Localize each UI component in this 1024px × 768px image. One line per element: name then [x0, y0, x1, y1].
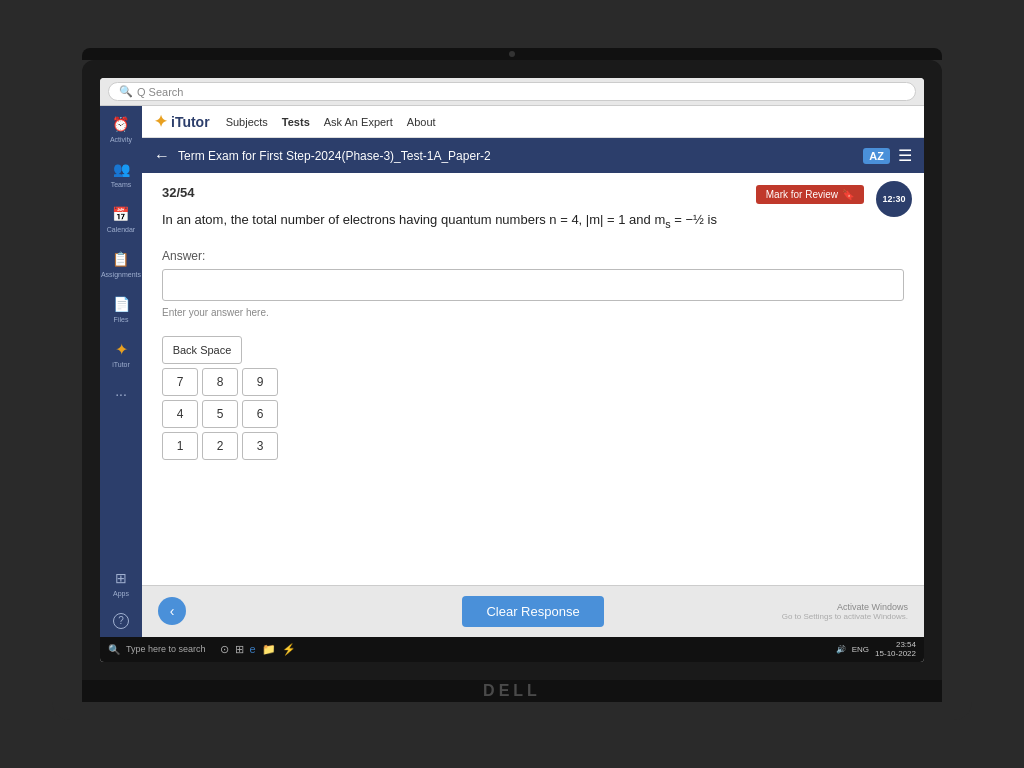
numpad: Back Space 7 8 9 4 5 6 1: [162, 336, 278, 460]
apps-icon: ⊞: [111, 568, 131, 588]
taskbar-search-text[interactable]: Type here to search: [126, 644, 206, 654]
taskbar-windows-icon[interactable]: ⊙: [220, 643, 229, 656]
bottom-bar: ‹ Clear Response Activate Windows Go to …: [142, 585, 924, 637]
taskbar-app-icon[interactable]: ⚡: [282, 643, 296, 656]
az-badge: AZ: [863, 148, 890, 164]
sidebar-item-help[interactable]: ?: [113, 613, 129, 629]
sidebar-label: Files: [114, 316, 129, 323]
answer-input[interactable]: [162, 269, 904, 301]
taskbar-multitask-icon[interactable]: ⊞: [235, 643, 244, 656]
logo: ✦ iTutor: [154, 112, 210, 131]
numpad-1[interactable]: 1: [162, 432, 198, 460]
sidebar-item-assignments[interactable]: 📋 Assignments: [101, 249, 141, 278]
search-text: Q Search: [137, 86, 183, 98]
sidebar-item-teams[interactable]: 👥 Teams: [111, 159, 132, 188]
sidebar-label: Activity: [110, 136, 132, 143]
search-icon: 🔍: [119, 85, 133, 98]
windows-activation: Activate Windows Go to Settings to activ…: [782, 602, 908, 621]
sidebar-label: Calendar: [107, 226, 135, 233]
dell-logo: DELL: [483, 682, 541, 699]
help-icon: ?: [113, 613, 129, 629]
prev-button[interactable]: ‹: [158, 597, 186, 625]
sidebar-item-itutor[interactable]: ✦ iTutor: [111, 339, 131, 368]
clear-response-button[interactable]: Clear Response: [462, 596, 603, 627]
more-icon: ···: [111, 384, 131, 404]
sidebar-item-activity[interactable]: ⏰ Activity: [110, 114, 132, 143]
exam-title: Term Exam for First Step-2024(Phase-3)_T…: [178, 149, 855, 163]
assignments-icon: 📋: [111, 249, 131, 269]
numpad-2[interactable]: 2: [202, 432, 238, 460]
question-text: In an atom, the total number of electron…: [162, 210, 904, 233]
sidebar-label: Teams: [111, 181, 132, 188]
top-nav: ✦ iTutor Subjects Tests Ask An Expert Ab…: [142, 106, 924, 138]
bookmark-icon: 🔖: [842, 189, 854, 200]
files-icon: 📄: [111, 294, 131, 314]
numpad-5[interactable]: 5: [202, 400, 238, 428]
sidebar-item-more[interactable]: ···: [111, 384, 131, 404]
numpad-row-2: 4 5 6: [162, 400, 278, 428]
nav-about[interactable]: About: [407, 116, 436, 128]
taskbar-lang: ENG: [852, 645, 869, 654]
sidebar-label: Assignments: [101, 271, 141, 278]
browser-bar: 🔍 Q Search: [100, 78, 924, 106]
backspace-button[interactable]: Back Space: [162, 336, 242, 364]
teams-icon: 👥: [111, 159, 131, 179]
back-button[interactable]: ←: [154, 147, 170, 165]
taskbar-network-icon: 🔊: [836, 645, 846, 654]
numpad-4[interactable]: 4: [162, 400, 198, 428]
numpad-8[interactable]: 8: [202, 368, 238, 396]
mark-review-button[interactable]: Mark for Review 🔖: [756, 185, 864, 204]
enter-hint: Enter your answer here.: [162, 307, 904, 318]
calendar-icon: 📅: [111, 204, 131, 224]
nav-links: Subjects Tests Ask An Expert About: [226, 116, 436, 128]
nav-subjects[interactable]: Subjects: [226, 116, 268, 128]
timer-badge: 12:30: [876, 181, 912, 217]
logo-icon: ✦: [154, 112, 167, 131]
menu-icon[interactable]: ☰: [898, 146, 912, 165]
sidebar: ⏰ Activity 👥 Teams 📅 Calendar 📋 Assignme…: [100, 106, 142, 637]
numpad-7[interactable]: 7: [162, 368, 198, 396]
sidebar-label: Apps: [113, 590, 129, 597]
numpad-6[interactable]: 6: [242, 400, 278, 428]
sidebar-label: iTutor: [112, 361, 130, 368]
numpad-row-backspace: Back Space: [162, 336, 278, 364]
sidebar-item-files[interactable]: 📄 Files: [111, 294, 131, 323]
taskbar-folder-icon[interactable]: 📁: [262, 643, 276, 656]
taskbar-time: 23:54: [896, 640, 916, 650]
itutor-icon: ✦: [111, 339, 131, 359]
logo-text: iTutor: [171, 114, 210, 130]
nav-ask-expert[interactable]: Ask An Expert: [324, 116, 393, 128]
numpad-9[interactable]: 9: [242, 368, 278, 396]
sidebar-item-calendar[interactable]: 📅 Calendar: [107, 204, 135, 233]
exam-header: ← Term Exam for First Step-2024(Phase-3)…: [142, 138, 924, 173]
search-bar[interactable]: 🔍 Q Search: [108, 82, 916, 101]
question-area: 32/54 Mark for Review 🔖 12:30 In an atom…: [142, 173, 924, 585]
sidebar-item-apps[interactable]: ⊞ Apps: [111, 568, 131, 597]
windows-search-icon: 🔍: [108, 644, 120, 655]
numpad-row-3: 1 2 3: [162, 432, 278, 460]
nav-tests[interactable]: Tests: [282, 116, 310, 128]
answer-label: Answer:: [162, 249, 904, 263]
numpad-row-1: 7 8 9: [162, 368, 278, 396]
numpad-3[interactable]: 3: [242, 432, 278, 460]
taskbar-edge-icon[interactable]: e: [250, 643, 256, 656]
taskbar-date: 15-10-2022: [875, 649, 916, 659]
activity-icon: ⏰: [111, 114, 131, 134]
